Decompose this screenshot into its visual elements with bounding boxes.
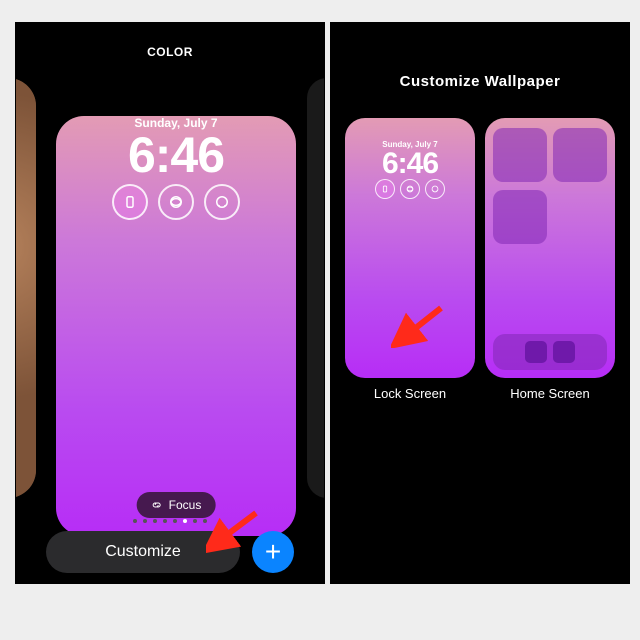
- home-dock: [493, 334, 607, 370]
- home-widget-placeholder: [493, 190, 547, 244]
- wallpaper-card[interactable]: Sunday, July 7 6:46 Focus: [56, 78, 296, 498]
- widget-row: [345, 179, 475, 199]
- focus-button[interactable]: Focus: [137, 492, 216, 518]
- lock-screen-preview[interactable]: Sunday, July 7 6:46: [345, 118, 475, 378]
- add-wallpaper-button[interactable]: +: [252, 531, 294, 573]
- header-label: Customize Wallpaper: [331, 23, 629, 90]
- battery-widget-icon[interactable]: [112, 184, 148, 220]
- knot-widget-icon: [400, 179, 420, 199]
- page-indicator: [16, 519, 324, 523]
- home-widget-placeholder: [493, 128, 547, 182]
- header-label: COLOR: [16, 23, 324, 59]
- next-wallpaper-peek[interactable]: [307, 78, 325, 498]
- plus-icon: +: [265, 538, 281, 566]
- battery-widget-icon: [375, 179, 395, 199]
- widget-row: [56, 184, 296, 220]
- knot-widget-icon[interactable]: [158, 184, 194, 220]
- customize-wallpaper-screen: Customize Wallpaper Sunday, July 7 6:46 …: [330, 22, 630, 584]
- home-screen-preview[interactable]: [485, 118, 615, 378]
- link-icon: [151, 499, 163, 511]
- focus-label: Focus: [169, 498, 202, 512]
- headphones-widget-icon[interactable]: [204, 184, 240, 220]
- customize-button[interactable]: Customize: [46, 531, 240, 573]
- home-widget-placeholder: [553, 128, 607, 182]
- lockscreen-time: 6:46: [345, 147, 475, 181]
- headphones-widget-icon: [425, 179, 445, 199]
- home-screen-caption: Home Screen: [510, 386, 589, 401]
- wallpaper-gallery-screen: COLOR Sunday, July 7 6:46 Focus: [15, 22, 325, 584]
- lock-screen-caption: Lock Screen: [374, 386, 446, 401]
- lockscreen-time: 6:46: [56, 126, 296, 184]
- prev-wallpaper-peek[interactable]: [15, 78, 36, 498]
